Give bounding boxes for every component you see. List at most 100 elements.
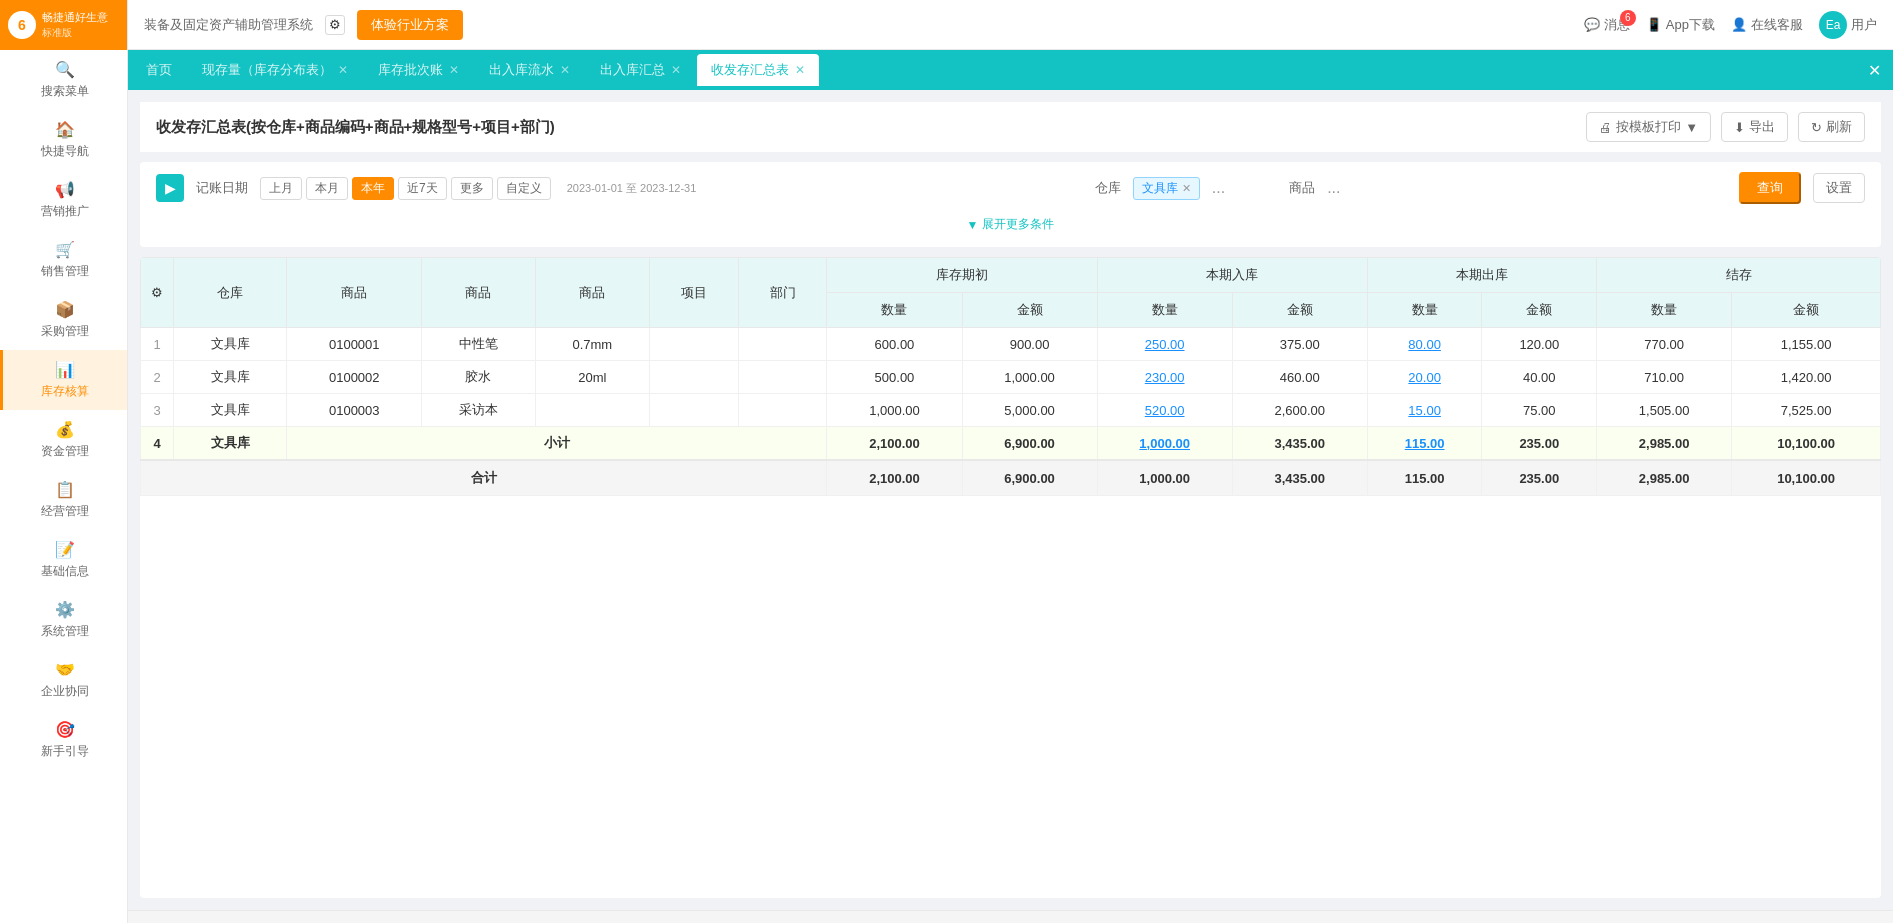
sidebar-item-marketing[interactable]: 📢营销推广 (0, 170, 127, 230)
date-btn-上月[interactable]: 上月 (260, 177, 302, 200)
warehouse-more[interactable]: ... (1212, 179, 1225, 197)
th-settings[interactable]: ⚙ (141, 258, 174, 328)
warehouse-tag[interactable]: 文具库 ✕ (1133, 177, 1200, 200)
cell-out-qty[interactable]: 20.00 (1367, 361, 1482, 394)
marketing-icon: 📢 (55, 180, 75, 199)
th-spec: 商品 (535, 258, 650, 328)
data-table-wrapper: ⚙ 仓库 商品 商品 商品 项目 部门 库存期初 本期入库 本期出库 结存 数量 (140, 257, 1881, 898)
logo: 6 畅捷通好生意 标准版 (0, 0, 127, 50)
filter-collapse-btn[interactable]: ▶ (156, 174, 184, 202)
print-btn[interactable]: 🖨 按模板打印 ▼ (1586, 112, 1711, 142)
table-row: 1 文具库 0100001 中性笔 0.7mm 600.00 900.00 25… (141, 328, 1881, 361)
sidebar-item-inventory[interactable]: 📊库存核算 (0, 350, 127, 410)
sidebar-item-sales[interactable]: 🛒 销售管理 (0, 230, 127, 290)
tab-stock_dist[interactable]: 现存量（库存分布表）✕ (188, 54, 362, 86)
data-table: ⚙ 仓库 商品 商品 商品 项目 部门 库存期初 本期入库 本期出库 结存 数量 (140, 257, 1881, 496)
tab-inout_flow[interactable]: 出入库流水 ✕ (475, 54, 584, 86)
message-icon: 💬 (1584, 17, 1600, 32)
total-open-amt: 6,900.00 (962, 460, 1097, 496)
cell-bal-amt: 7,525.00 (1732, 394, 1881, 427)
experience-btn[interactable]: 体验行业方案 (357, 10, 463, 40)
settings-icon[interactable]: ⚙ (325, 15, 345, 35)
sidebar-item-basic[interactable]: 📝基础信息 (0, 530, 127, 590)
subtotal-num: 4 (141, 427, 174, 461)
date-btn-本年[interactable]: 本年 (352, 177, 394, 200)
refresh-icon: ↻ (1811, 120, 1822, 135)
sidebar-item-search[interactable]: 🔍搜索菜单 (0, 50, 127, 110)
sidebar-item-purchase[interactable]: 📦采购管理 (0, 290, 127, 350)
online-service-action[interactable]: 👤 在线客服 (1731, 16, 1803, 34)
page-title: 收发存汇总表(按仓库+商品编码+商品+规格型号+项目+部门) (156, 118, 555, 137)
table-settings-icon[interactable]: ⚙ (151, 285, 163, 300)
expand-conditions-btn[interactable]: ▼ 展开更多条件 (959, 212, 1063, 237)
main-area: 装备及固定资产辅助管理系统 ⚙ 体验行业方案 💬 消息 6 📱 App下载 👤 … (128, 0, 1893, 923)
service-icon: 👤 (1731, 17, 1747, 32)
subtotal-in-amt: 3,435.00 (1232, 427, 1367, 461)
sidebar-item-label: 系统管理 (41, 623, 89, 640)
tab-close-batch[interactable]: ✕ (449, 63, 459, 77)
tab-close-inout_flow[interactable]: ✕ (560, 63, 570, 77)
date-btn-近7天[interactable]: 近7天 (398, 177, 447, 200)
th-goods: 商品 (422, 258, 535, 328)
tab-close-inout_summary[interactable]: ✕ (671, 63, 681, 77)
warehouse-tag-close[interactable]: ✕ (1182, 182, 1191, 195)
sidebar-item-operation[interactable]: 📋经营管理 (0, 470, 127, 530)
date-btn-更多[interactable]: 更多 (451, 177, 493, 200)
date-btn-自定义[interactable]: 自定义 (497, 177, 551, 200)
cell-in-qty[interactable]: 250.00 (1097, 328, 1232, 361)
subtotal-in-qty: 1,000.00 (1097, 427, 1232, 461)
filter-row-2: ▼ 展开更多条件 (156, 212, 1865, 237)
cell-out-qty[interactable]: 80.00 (1367, 328, 1482, 361)
user-action[interactable]: Ea 用户 (1819, 11, 1877, 39)
cell-code: 0100003 (287, 394, 422, 427)
sidebar-item-cooperation[interactable]: 🤝企业协同 (0, 650, 127, 710)
close-all-tabs-btn[interactable]: ✕ (1860, 61, 1889, 80)
tab-receive_send[interactable]: 收发存汇总表✕ (697, 54, 819, 86)
tab-home[interactable]: 首页 (132, 54, 186, 86)
sidebar-item-label: 企业协同 (41, 683, 89, 700)
total-bal-qty: 2,985.00 (1597, 460, 1732, 496)
message-action[interactable]: 💬 消息 6 (1584, 16, 1630, 34)
date-btn-本月[interactable]: 本月 (306, 177, 348, 200)
sidebar-item-quicknav[interactable]: 🏠快捷导航 (0, 110, 127, 170)
th-bal-qty: 数量 (1597, 293, 1732, 328)
phone-icon: 📱 (1646, 17, 1662, 32)
sidebar: 6 畅捷通好生意 标准版 🔍搜索菜单🏠快捷导航📢营销推广 🛒 销售管理 📦采购管理📊库… (0, 0, 128, 923)
tab-close-stock_dist[interactable]: ✕ (338, 63, 348, 77)
tab-label: 出入库流水 (489, 61, 554, 79)
sales-icon: 🛒 (55, 240, 75, 259)
table-settings-btn[interactable]: 设置 (1813, 173, 1865, 203)
th-warehouse: 仓库 (174, 258, 287, 328)
refresh-btn[interactable]: ↻ 刷新 (1798, 112, 1865, 142)
query-btn[interactable]: 查询 (1739, 172, 1801, 204)
tab-inout_summary[interactable]: 出入库汇总✕ (586, 54, 695, 86)
page-header: 收发存汇总表(按仓库+商品编码+商品+规格型号+项目+部门) 🖨 按模板打印 ▼… (140, 102, 1881, 152)
app-download-action[interactable]: 📱 App下载 (1646, 16, 1715, 34)
export-btn[interactable]: ⬇ 导出 (1721, 112, 1788, 142)
goods-more[interactable]: ... (1327, 179, 1340, 197)
tab-batch[interactable]: 库存批次账✕ (364, 54, 473, 86)
inventory-icon: 📊 (55, 360, 75, 379)
cell-in-amt: 2,600.00 (1232, 394, 1367, 427)
th-in-qty: 数量 (1097, 293, 1232, 328)
cell-goods: 胶水 (422, 361, 535, 394)
sidebar-item-newbie[interactable]: 🎯新手引导 (0, 710, 127, 770)
total-out-qty: 115.00 (1367, 460, 1482, 496)
cell-bal-qty: 1,505.00 (1597, 394, 1732, 427)
cell-bal-amt: 1,155.00 (1732, 328, 1881, 361)
sidebar-item-system[interactable]: ⚙️系统管理 (0, 590, 127, 650)
sidebar-item-finance[interactable]: 💰资金管理 (0, 410, 127, 470)
logo-icon: 6 (8, 11, 36, 39)
search-icon: 🔍 (55, 60, 75, 79)
cell-in-qty[interactable]: 230.00 (1097, 361, 1232, 394)
cell-in-qty[interactable]: 520.00 (1097, 394, 1232, 427)
total-in-amt: 3,435.00 (1232, 460, 1367, 496)
tab-close-receive_send[interactable]: ✕ (795, 63, 805, 77)
sidebar-item-label: 销售管理 (41, 263, 89, 280)
cell-in-amt: 375.00 (1232, 328, 1367, 361)
export-icon: ⬇ (1734, 120, 1745, 135)
cell-out-qty[interactable]: 15.00 (1367, 394, 1482, 427)
row-num: 1 (141, 328, 174, 361)
cell-warehouse: 文具库 (174, 394, 287, 427)
cell-open-qty: 500.00 (827, 361, 962, 394)
